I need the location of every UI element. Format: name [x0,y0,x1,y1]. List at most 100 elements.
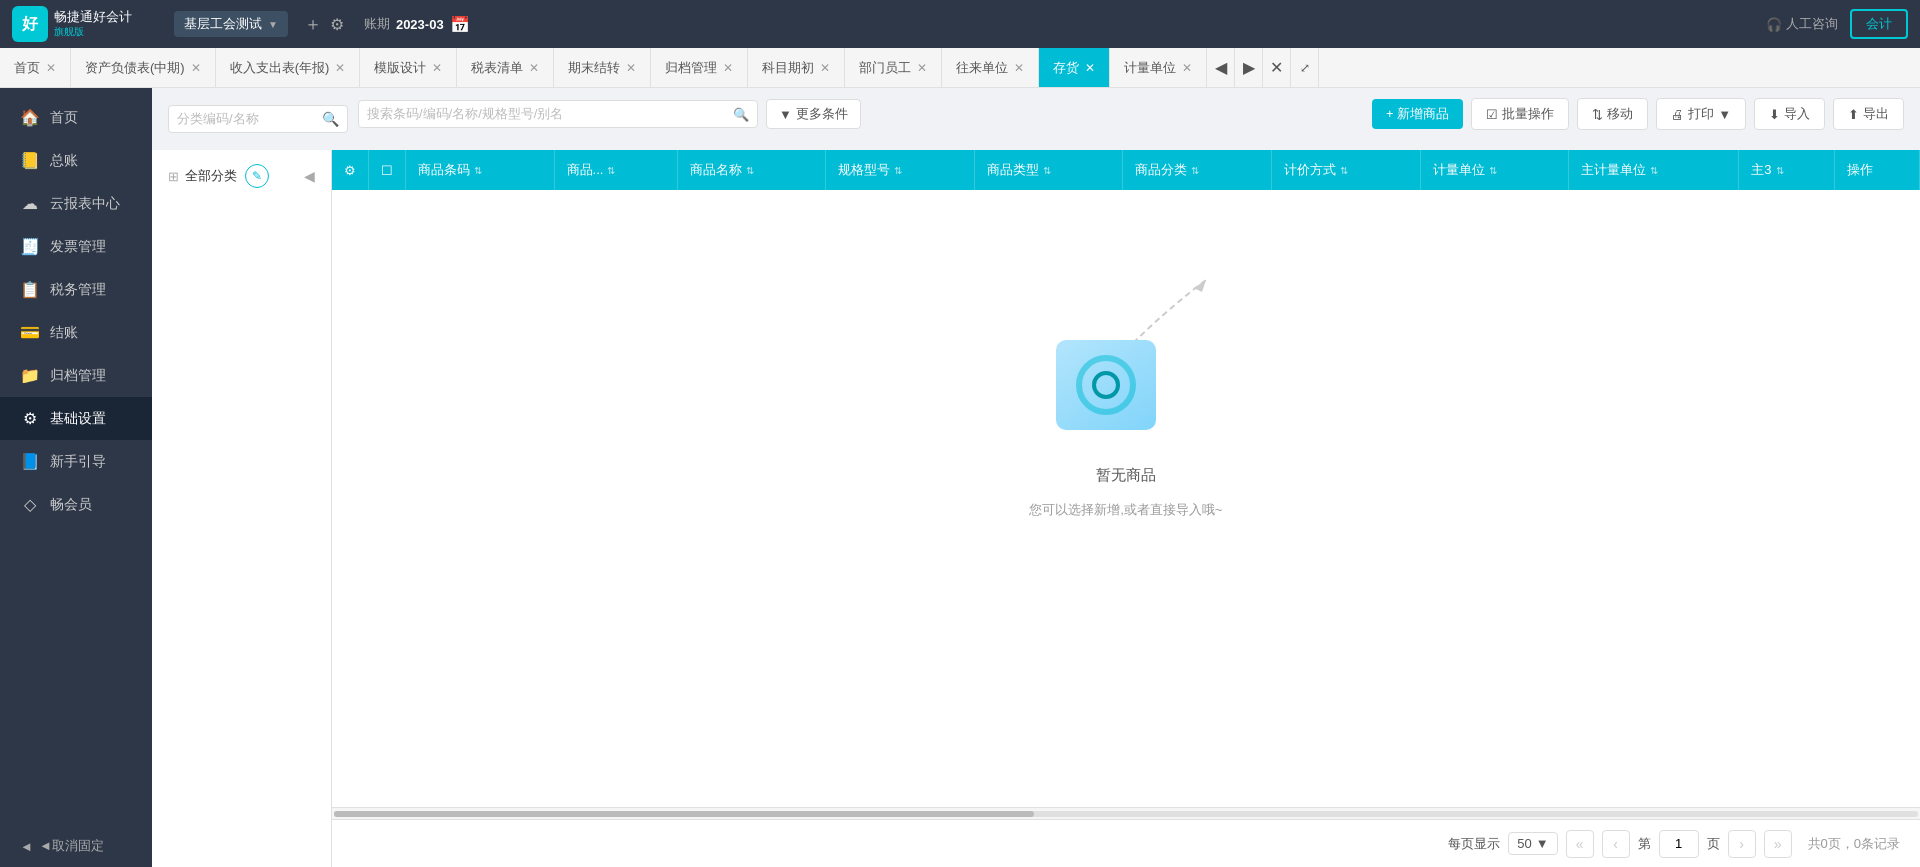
sort-icon: ⇅ [1043,165,1051,176]
col-checkbox[interactable]: ☐ [369,150,406,190]
account-button[interactable]: 会计 [1850,9,1908,39]
page-size-selector[interactable]: 50 ▼ [1508,832,1557,855]
top-bar: 好 畅捷通好会计 旗舰版 基层工会测试 ▼ ＋ ⚙ 账期 2023-03 📅 🎧… [0,0,1920,48]
sidebar-item-tax[interactable]: 📋 税务管理 [0,268,152,311]
logo-area: 好 畅捷通好会计 旗舰版 [12,6,162,42]
tab-archive[interactable]: 归档管理 ✕ [651,48,748,88]
collapse-button[interactable]: ◀ [304,168,315,184]
col-spec[interactable]: 规格型号 ⇅ [826,150,975,190]
tab-close-icon[interactable]: ✕ [529,61,539,75]
member-icon: ◇ [20,495,40,514]
col-main-unit[interactable]: 主计量单位 ⇅ [1569,150,1739,190]
tab-close-icon[interactable]: ✕ [820,61,830,75]
content-split: ⊞ 全部分类 ✎ ◀ ⚙ ☐ [152,150,1920,867]
search-product-input[interactable]: 搜索条码/编码/名称/规格型号/别名 🔍 [358,100,758,128]
empty-magnify [1076,355,1136,415]
tab-close-icon[interactable]: ✕ [1085,61,1095,75]
sidebar-item-guide[interactable]: 📘 新手引导 [0,440,152,483]
app-logo: 好 [12,6,48,42]
search-icon: 🔍 [322,111,339,127]
sidebar-item-invoice[interactable]: 🧾 发票管理 [0,225,152,268]
col-category[interactable]: 商品分类 ⇅ [1123,150,1272,190]
add-workspace-icon[interactable]: ＋ [304,12,322,36]
col-barcode[interactable]: 商品条码 ⇅ [406,150,555,190]
add-product-button[interactable]: + 新增商品 [1372,99,1463,129]
sidebar-item-archive[interactable]: 📁 归档管理 [0,354,152,397]
workspace-selector[interactable]: 基层工会测试 ▼ [174,11,288,37]
last-page-button[interactable]: » [1764,830,1792,858]
tab-close-all[interactable]: ✕ [1263,48,1291,88]
tab-tax[interactable]: 税表清单 ✕ [457,48,554,88]
tab-close-icon[interactable]: ✕ [1182,61,1192,75]
page-number-input[interactable] [1659,830,1699,858]
tab-income[interactable]: 收入支出表(年报) ✕ [216,48,361,88]
tab-close-icon[interactable]: ✕ [1014,61,1024,75]
sidebar-item-ledger[interactable]: 📒 总账 [0,139,152,182]
col-name[interactable]: 商品名称 ⇅ [677,150,826,190]
sidebar-item-reports[interactable]: ☁ 云报表中心 [0,182,152,225]
filter-icon: ▼ [779,107,792,122]
tab-inventory[interactable]: 存货 ✕ [1039,48,1110,88]
tab-home[interactable]: 首页 ✕ [0,48,71,88]
calendar-icon[interactable]: 📅 [450,15,470,34]
magnify-circle [1092,371,1120,399]
tab-unit[interactable]: 计量单位 ✕ [1110,48,1207,88]
empty-doc [1056,340,1156,430]
sort-icon: ⇅ [607,165,615,176]
second-toolbar: 搜索条码/编码/名称/规格型号/别名 🔍 ▼ 更多条件 + 新增商品 ☑ 批量操… [358,98,1904,140]
col-settings[interactable]: ⚙ [332,150,369,190]
col-code[interactable]: 商品... ⇅ [554,150,677,190]
tab-close-icon[interactable]: ✕ [432,61,442,75]
sidebar-item-checkout[interactable]: 💳 结账 [0,311,152,354]
tab-close-icon[interactable]: ✕ [723,61,733,75]
horizontal-scrollbar[interactable] [332,807,1920,819]
print-button[interactable]: 🖨 打印 ▼ [1656,98,1746,130]
category-header[interactable]: ⊞ 全部分类 ✎ ◀ [160,158,323,194]
col-extra[interactable]: 主3 ⇅ [1739,150,1835,190]
export-button[interactable]: ⬆ 导出 [1833,98,1904,130]
tab-close-icon[interactable]: ✕ [917,61,927,75]
search-classify-input[interactable]: 分类编码/名称 🔍 [168,105,348,133]
tab-expand[interactable]: ⤢ [1291,48,1319,88]
tab-balance[interactable]: 资产负债表(中期) ✕ [71,48,216,88]
scrollbar-thumb[interactable] [334,811,1034,817]
tab-dept[interactable]: 部门员工 ✕ [845,48,942,88]
tab-subject[interactable]: 科目期初 ✕ [748,48,845,88]
tab-scroll-right[interactable]: ▶ [1235,48,1263,88]
print-dropdown-icon: ▼ [1718,107,1731,122]
prev-page-button[interactable]: ‹ [1602,830,1630,858]
tab-close-icon[interactable]: ✕ [46,61,56,75]
col-type[interactable]: 商品类型 ⇅ [974,150,1123,190]
sort-icon: ⇅ [1340,165,1348,176]
category-edit-button[interactable]: ✎ [245,164,269,188]
guide-icon: 📘 [20,452,40,471]
grid-icon: ⊞ [168,169,179,184]
settings-icon[interactable]: ⚙ [330,15,344,34]
next-page-button[interactable]: › [1728,830,1756,858]
tab-template[interactable]: 模版设计 ✕ [360,48,457,88]
empty-title: 暂无商品 [1096,466,1156,485]
period-area: 账期 2023-03 📅 [364,15,470,34]
move-button[interactable]: ⇅ 移动 [1577,98,1648,130]
dropdown-icon: ▼ [1536,836,1549,851]
tab-contacts[interactable]: 往来单位 ✕ [942,48,1039,88]
tab-close-icon[interactable]: ✕ [335,61,345,75]
sidebar-item-settings[interactable]: ⚙ 基础设置 [0,397,152,440]
first-page-button[interactable]: « [1566,830,1594,858]
tab-close-icon[interactable]: ✕ [191,61,201,75]
category-panel: ⊞ 全部分类 ✎ ◀ [152,150,332,867]
import-icon: ⬇ [1769,107,1780,122]
ledger-icon: 📒 [20,151,40,170]
tab-period-end[interactable]: 期末结转 ✕ [554,48,651,88]
sidebar-pin-toggle[interactable]: ◄ ◄取消固定 [0,825,152,867]
filter-button[interactable]: ▼ 更多条件 [766,99,861,129]
tab-close-icon[interactable]: ✕ [626,61,636,75]
col-price-method[interactable]: 计价方式 ⇅ [1271,150,1420,190]
sidebar-item-home[interactable]: 🏠 首页 [0,96,152,139]
batch-button[interactable]: ☑ 批量操作 [1471,98,1569,130]
tab-scroll-left[interactable]: ◀ [1207,48,1235,88]
help-button[interactable]: 🎧 人工咨询 [1766,15,1838,33]
col-unit[interactable]: 计量单位 ⇅ [1420,150,1569,190]
import-button[interactable]: ⬇ 导入 [1754,98,1825,130]
sidebar-item-member[interactable]: ◇ 畅会员 [0,483,152,526]
